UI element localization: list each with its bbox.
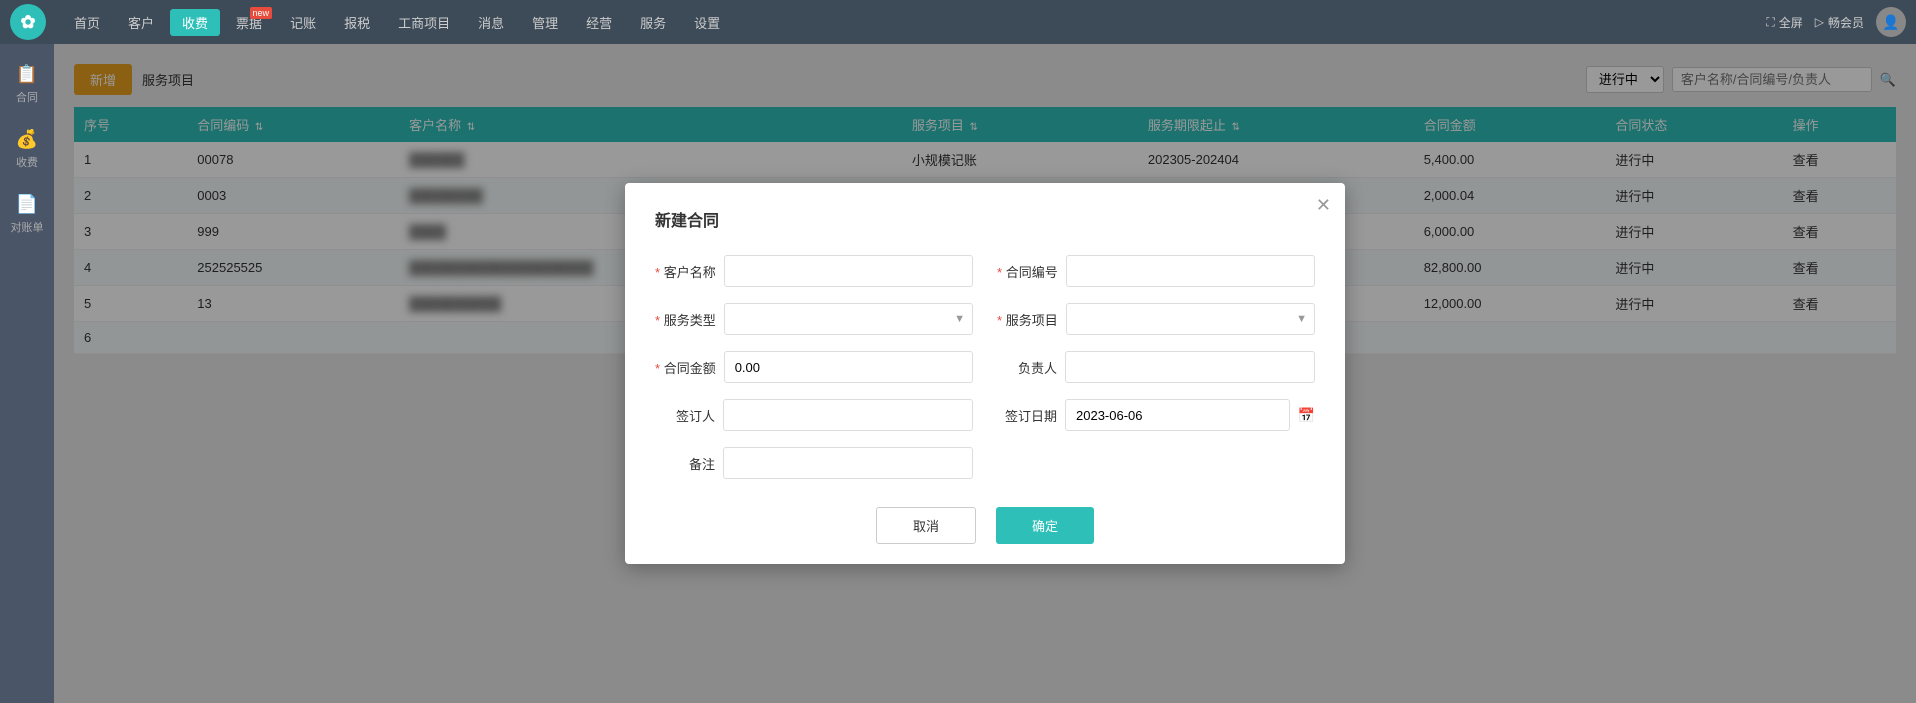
- service-type-wrapper: ▼: [724, 303, 973, 335]
- form-row-4: 签订人 签订日期 📅: [655, 399, 1315, 431]
- nav-item-service[interactable]: 服务: [628, 9, 678, 36]
- new-badge: new: [250, 7, 273, 19]
- remark-label: 备注: [655, 454, 715, 473]
- sidebar-label-contract: 合同: [16, 89, 38, 105]
- form-group-contract-no: * 合同编号: [997, 255, 1315, 287]
- fullscreen-label: 全屏: [1779, 14, 1803, 31]
- sign-date-label: 签订日期: [997, 406, 1057, 425]
- logo-icon: ✿: [20, 12, 35, 33]
- top-navigation: ✿ 首页 客户 收费 票据 new 记账 报税 工商项目 消息 管理 经营 服务…: [0, 0, 1916, 44]
- sign-date-input[interactable]: [1065, 399, 1290, 431]
- form-row-5: 备注: [655, 447, 1315, 479]
- required-star-sitem: *: [997, 313, 1002, 328]
- modal-title: 新建合同: [655, 207, 1315, 231]
- form-group-sign-date: 签订日期 📅: [997, 399, 1315, 431]
- required-star-contract: *: [997, 265, 1002, 280]
- form-group-signer: 签订人: [655, 399, 973, 431]
- customer-name-input[interactable]: [724, 255, 973, 287]
- confirm-button[interactable]: 确定: [996, 507, 1094, 544]
- modal-close-button[interactable]: ✕: [1316, 195, 1331, 216]
- form-group-service-type: * 服务类型 ▼: [655, 303, 973, 335]
- owner-input[interactable]: [1065, 351, 1315, 383]
- play-icon: ▷: [1815, 15, 1824, 29]
- nav-menu: 首页 客户 收费 票据 new 记账 报税 工商项目 消息 管理 经营 服务 设…: [62, 9, 1766, 36]
- sidebar-item-contract[interactable]: 📋 合同: [0, 54, 54, 115]
- service-item-label: * 服务项目: [997, 310, 1058, 329]
- nav-item-manage[interactable]: 管理: [520, 9, 570, 36]
- nav-item-business[interactable]: 工商项目: [386, 9, 462, 36]
- form-group-amount: * 合同金额: [655, 351, 973, 383]
- sidebar-item-fee[interactable]: 💰 收费: [0, 119, 54, 180]
- required-star-customer: *: [655, 265, 660, 280]
- nav-right: ⛶ 全屏 ▷ 畅会员 👤: [1766, 7, 1906, 37]
- sidebar-item-reconcile[interactable]: 📄 对账单: [0, 184, 54, 245]
- cancel-button[interactable]: 取消: [876, 507, 976, 544]
- nav-item-operation[interactable]: 经营: [574, 9, 624, 36]
- avatar-icon: 👤: [1882, 14, 1899, 31]
- contract-no-label: * 合同编号: [997, 262, 1058, 281]
- nav-item-message[interactable]: 消息: [466, 9, 516, 36]
- customer-name-label: * 客户名称: [655, 262, 716, 281]
- content-area: 新增 服务项目 进行中 已完成 已终止 🔍 序号 合同编码 ⇅ 客户名称 ⇅ 服…: [54, 44, 1916, 703]
- amount-label: * 合同金额: [655, 358, 716, 377]
- form-row-1: * 客户名称 * 合同编号: [655, 255, 1315, 287]
- required-star-amount: *: [655, 361, 660, 376]
- nav-item-customer[interactable]: 客户: [116, 9, 166, 36]
- modal-overlay: 新建合同 ✕ * 客户名称 * 合同编号: [54, 44, 1916, 703]
- form-group-remark: 备注: [655, 447, 973, 479]
- owner-label: 负责人: [997, 358, 1057, 377]
- left-sidebar: 📋 合同 💰 收费 📄 对账单: [0, 44, 54, 703]
- user-avatar[interactable]: 👤: [1876, 7, 1906, 37]
- sidebar-label-reconcile: 对账单: [11, 219, 44, 235]
- remark-input[interactable]: [723, 447, 973, 479]
- nav-item-fee[interactable]: 收费: [170, 9, 220, 36]
- member-label: 畅会员: [1828, 14, 1864, 31]
- modal-footer: 取消 确定: [655, 507, 1315, 544]
- main-layout: 📋 合同 💰 收费 📄 对账单 新增 服务项目 进行中 已完成 已终止 �: [0, 44, 1916, 703]
- form-group-service-item: * 服务项目 ▼: [997, 303, 1315, 335]
- contract-icon: 📋: [16, 64, 38, 85]
- nav-item-ticket[interactable]: 票据 new: [224, 9, 274, 36]
- service-item-select[interactable]: [1066, 303, 1315, 335]
- contract-no-input[interactable]: [1066, 255, 1315, 287]
- member-btn[interactable]: ▷ 畅会员: [1815, 14, 1864, 31]
- service-type-select[interactable]: [724, 303, 973, 335]
- calendar-icon[interactable]: 📅: [1298, 407, 1315, 424]
- fullscreen-icon: ⛶: [1766, 15, 1774, 30]
- signer-label: 签订人: [655, 406, 715, 425]
- fee-icon: 💰: [16, 129, 38, 150]
- contract-amount-input[interactable]: [724, 351, 973, 383]
- nav-item-accounting[interactable]: 记账: [278, 9, 328, 36]
- nav-item-settings[interactable]: 设置: [682, 9, 732, 36]
- nav-item-home[interactable]: 首页: [62, 9, 112, 36]
- service-item-wrapper: ▼: [1066, 303, 1315, 335]
- fullscreen-btn[interactable]: ⛶ 全屏: [1766, 14, 1802, 31]
- sidebar-label-fee: 收费: [16, 154, 38, 170]
- app-logo: ✿: [10, 4, 46, 40]
- form-row-3: * 合同金额 负责人: [655, 351, 1315, 383]
- nav-item-tax[interactable]: 报税: [332, 9, 382, 36]
- service-type-label: * 服务类型: [655, 310, 716, 329]
- form-row-2: * 服务类型 ▼ * 服务项目: [655, 303, 1315, 335]
- form-group-customer: * 客户名称: [655, 255, 973, 287]
- signer-input[interactable]: [723, 399, 973, 431]
- form-group-owner: 负责人: [997, 351, 1315, 383]
- required-star-stype: *: [655, 313, 660, 328]
- new-contract-modal: 新建合同 ✕ * 客户名称 * 合同编号: [625, 183, 1345, 564]
- reconcile-icon: 📄: [16, 194, 38, 215]
